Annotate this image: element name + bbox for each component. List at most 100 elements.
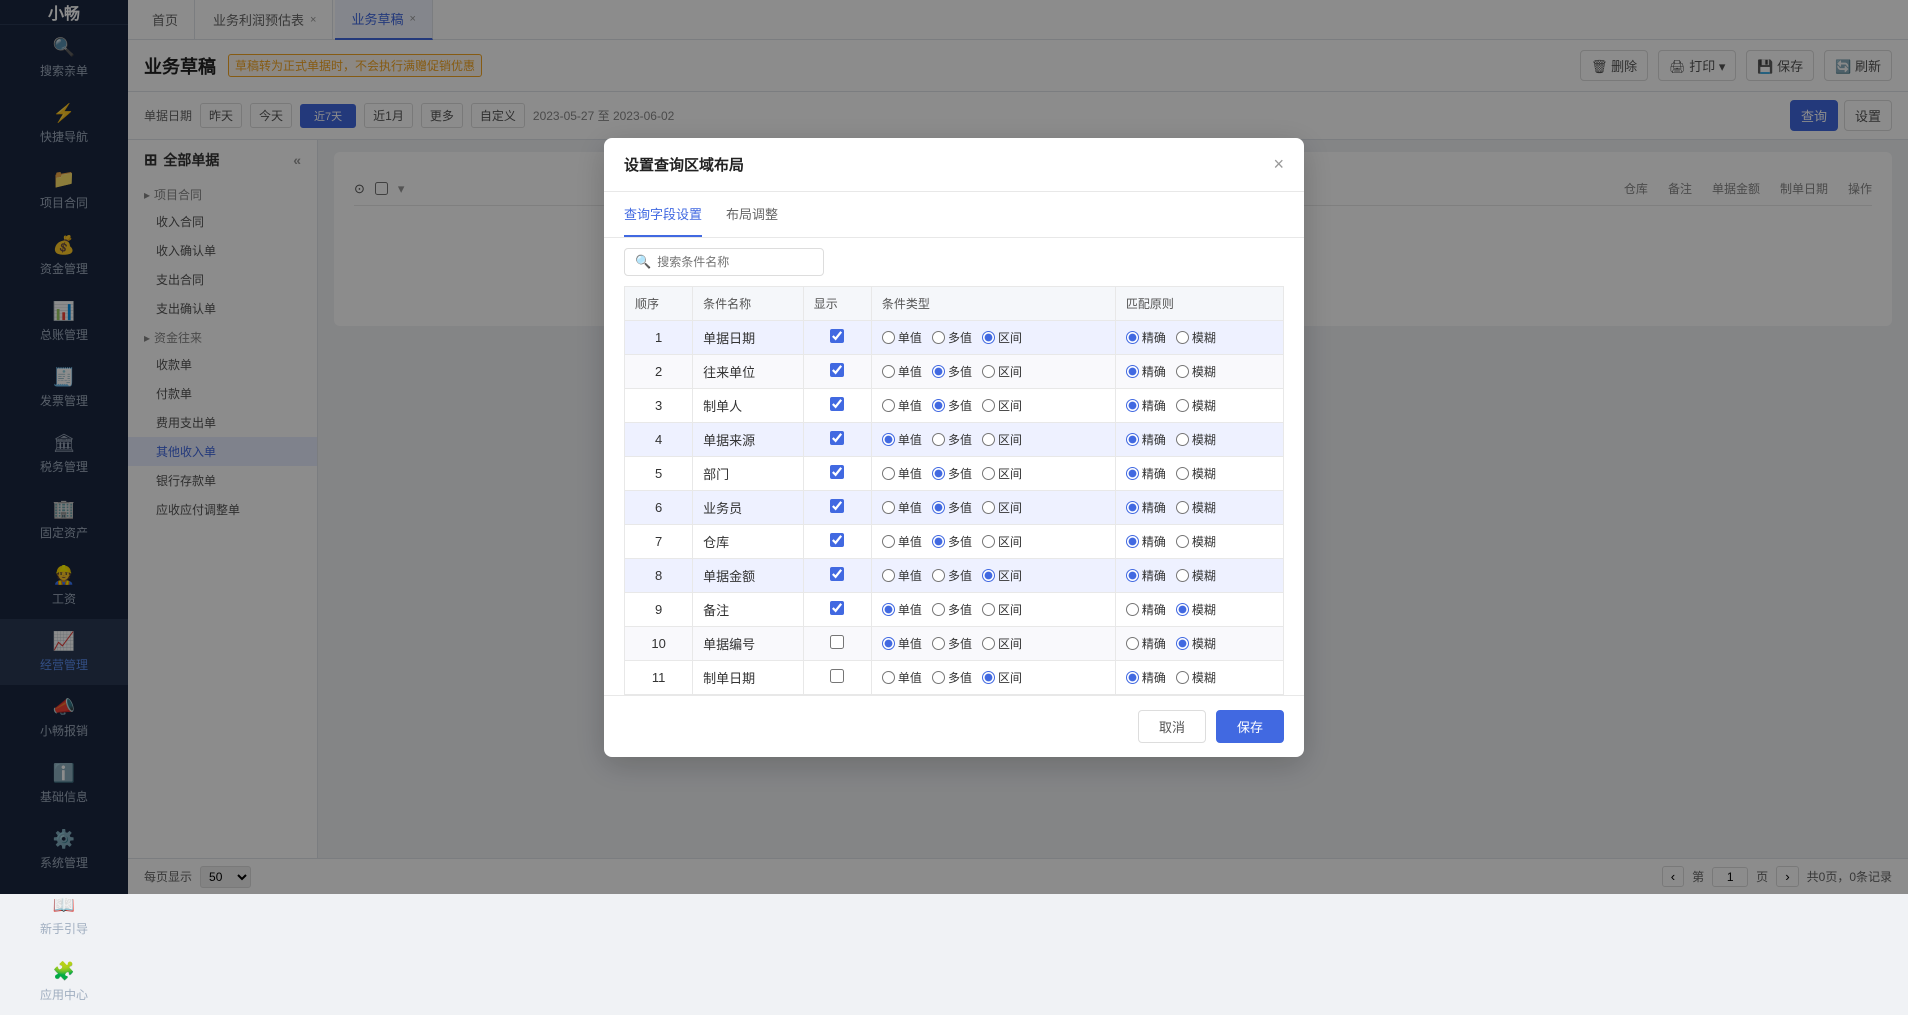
condition-option-2[interactable]: 区间 [982, 363, 1022, 380]
row-order: 2 [625, 354, 693, 388]
condition-option-0[interactable]: 单值 [882, 669, 922, 686]
condition-option-0[interactable]: 单值 [882, 635, 922, 652]
sidebar-item-label: 新手引导 [40, 920, 88, 937]
match-option-0[interactable]: 精确 [1126, 601, 1166, 618]
show-checkbox[interactable] [830, 329, 844, 343]
match-option-0[interactable]: 精确 [1126, 533, 1166, 550]
row-order: 9 [625, 592, 693, 626]
match-option-0[interactable]: 精确 [1126, 499, 1166, 516]
row-condition-type: 单值多值区间 [871, 660, 1115, 694]
sidebar-item-label: 应用中心 [40, 986, 88, 1003]
show-checkbox[interactable] [830, 397, 844, 411]
cancel-button[interactable]: 取消 [1138, 710, 1206, 743]
show-checkbox[interactable] [830, 567, 844, 581]
row-condition-name: 备注 [693, 592, 804, 626]
modal-overlay: 设置查询区域布局 × 查询字段设置 布局调整 🔍 顺序 条件名称 显示 [0, 0, 1908, 894]
show-checkbox[interactable] [830, 635, 844, 649]
match-option-0[interactable]: 精确 [1126, 397, 1166, 414]
condition-option-0[interactable]: 单值 [882, 499, 922, 516]
condition-option-2[interactable]: 区间 [982, 329, 1022, 346]
condition-option-2[interactable]: 区间 [982, 397, 1022, 414]
match-option-1[interactable]: 模糊 [1176, 669, 1216, 686]
condition-option-1[interactable]: 多值 [932, 431, 972, 448]
condition-option-1[interactable]: 多值 [932, 533, 972, 550]
condition-option-1[interactable]: 多值 [932, 329, 972, 346]
condition-option-0[interactable]: 单值 [882, 397, 922, 414]
col-show: 显示 [803, 286, 871, 320]
book-icon: 📖 [53, 895, 75, 916]
condition-search-input[interactable] [657, 255, 813, 269]
condition-option-0[interactable]: 单值 [882, 431, 922, 448]
show-checkbox[interactable] [830, 499, 844, 513]
condition-option-1[interactable]: 多值 [932, 567, 972, 584]
condition-option-1[interactable]: 多值 [932, 465, 972, 482]
tab-query-fields[interactable]: 查询字段设置 [624, 192, 702, 237]
condition-option-0[interactable]: 单值 [882, 465, 922, 482]
condition-option-1[interactable]: 多值 [932, 397, 972, 414]
dialog-close-button[interactable]: × [1273, 154, 1284, 175]
match-option-1[interactable]: 模糊 [1176, 635, 1216, 652]
show-checkbox[interactable] [830, 465, 844, 479]
condition-option-1[interactable]: 多值 [932, 363, 972, 380]
match-option-0[interactable]: 精确 [1126, 567, 1166, 584]
show-checkbox[interactable] [830, 669, 844, 683]
match-option-1[interactable]: 模糊 [1176, 601, 1216, 618]
dialog-title: 设置查询区域布局 [624, 154, 744, 175]
match-option-0[interactable]: 精确 [1126, 465, 1166, 482]
condition-option-2[interactable]: 区间 [982, 635, 1022, 652]
match-option-1[interactable]: 模糊 [1176, 533, 1216, 550]
puzzle-icon: 🧩 [53, 961, 75, 982]
condition-option-2[interactable]: 区间 [982, 431, 1022, 448]
match-option-1[interactable]: 模糊 [1176, 465, 1216, 482]
show-checkbox[interactable] [830, 601, 844, 615]
table-row: 11制单日期单值多值区间精确模糊 [625, 660, 1284, 694]
match-option-1[interactable]: 模糊 [1176, 431, 1216, 448]
condition-option-2[interactable]: 区间 [982, 465, 1022, 482]
show-checkbox[interactable] [830, 533, 844, 547]
row-condition-name: 单据日期 [693, 320, 804, 354]
condition-option-2[interactable]: 区间 [982, 499, 1022, 516]
row-match-rule: 精确模糊 [1115, 422, 1283, 456]
match-option-0[interactable]: 精确 [1126, 431, 1166, 448]
match-option-0[interactable]: 精确 [1126, 363, 1166, 380]
sidebar-item-app[interactable]: 🧩 应用中心 [0, 949, 128, 1015]
table-row: 1单据日期单值多值区间精确模糊 [625, 320, 1284, 354]
row-order: 11 [625, 660, 693, 694]
condition-option-2[interactable]: 区间 [982, 567, 1022, 584]
match-option-0[interactable]: 精确 [1126, 329, 1166, 346]
row-order: 3 [625, 388, 693, 422]
search-icon-dialog: 🔍 [635, 254, 651, 270]
condition-option-1[interactable]: 多值 [932, 635, 972, 652]
match-option-1[interactable]: 模糊 [1176, 329, 1216, 346]
match-option-1[interactable]: 模糊 [1176, 363, 1216, 380]
condition-option-0[interactable]: 单值 [882, 363, 922, 380]
condition-option-1[interactable]: 多值 [932, 669, 972, 686]
match-option-1[interactable]: 模糊 [1176, 397, 1216, 414]
tab-layout[interactable]: 布局调整 [726, 192, 778, 237]
row-condition-type: 单值多值区间 [871, 456, 1115, 490]
condition-option-0[interactable]: 单值 [882, 329, 922, 346]
match-option-1[interactable]: 模糊 [1176, 499, 1216, 516]
condition-option-2[interactable]: 区间 [982, 601, 1022, 618]
condition-option-2[interactable]: 区间 [982, 669, 1022, 686]
condition-option-1[interactable]: 多值 [932, 601, 972, 618]
match-option-1[interactable]: 模糊 [1176, 567, 1216, 584]
row-show-cell [803, 558, 871, 592]
row-show-cell [803, 592, 871, 626]
row-match-rule: 精确模糊 [1115, 558, 1283, 592]
condition-option-0[interactable]: 单值 [882, 533, 922, 550]
match-option-0[interactable]: 精确 [1126, 669, 1166, 686]
dialog-footer: 取消 保存 [604, 695, 1304, 757]
condition-option-0[interactable]: 单值 [882, 601, 922, 618]
show-checkbox[interactable] [830, 431, 844, 445]
condition-option-0[interactable]: 单值 [882, 567, 922, 584]
dialog-save-button[interactable]: 保存 [1216, 710, 1284, 743]
condition-option-1[interactable]: 多值 [932, 499, 972, 516]
match-option-0[interactable]: 精确 [1126, 635, 1166, 652]
table-row: 5部门单值多值区间精确模糊 [625, 456, 1284, 490]
row-order: 10 [625, 626, 693, 660]
row-match-rule: 精确模糊 [1115, 388, 1283, 422]
row-condition-type: 单值多值区间 [871, 422, 1115, 456]
condition-option-2[interactable]: 区间 [982, 533, 1022, 550]
show-checkbox[interactable] [830, 363, 844, 377]
